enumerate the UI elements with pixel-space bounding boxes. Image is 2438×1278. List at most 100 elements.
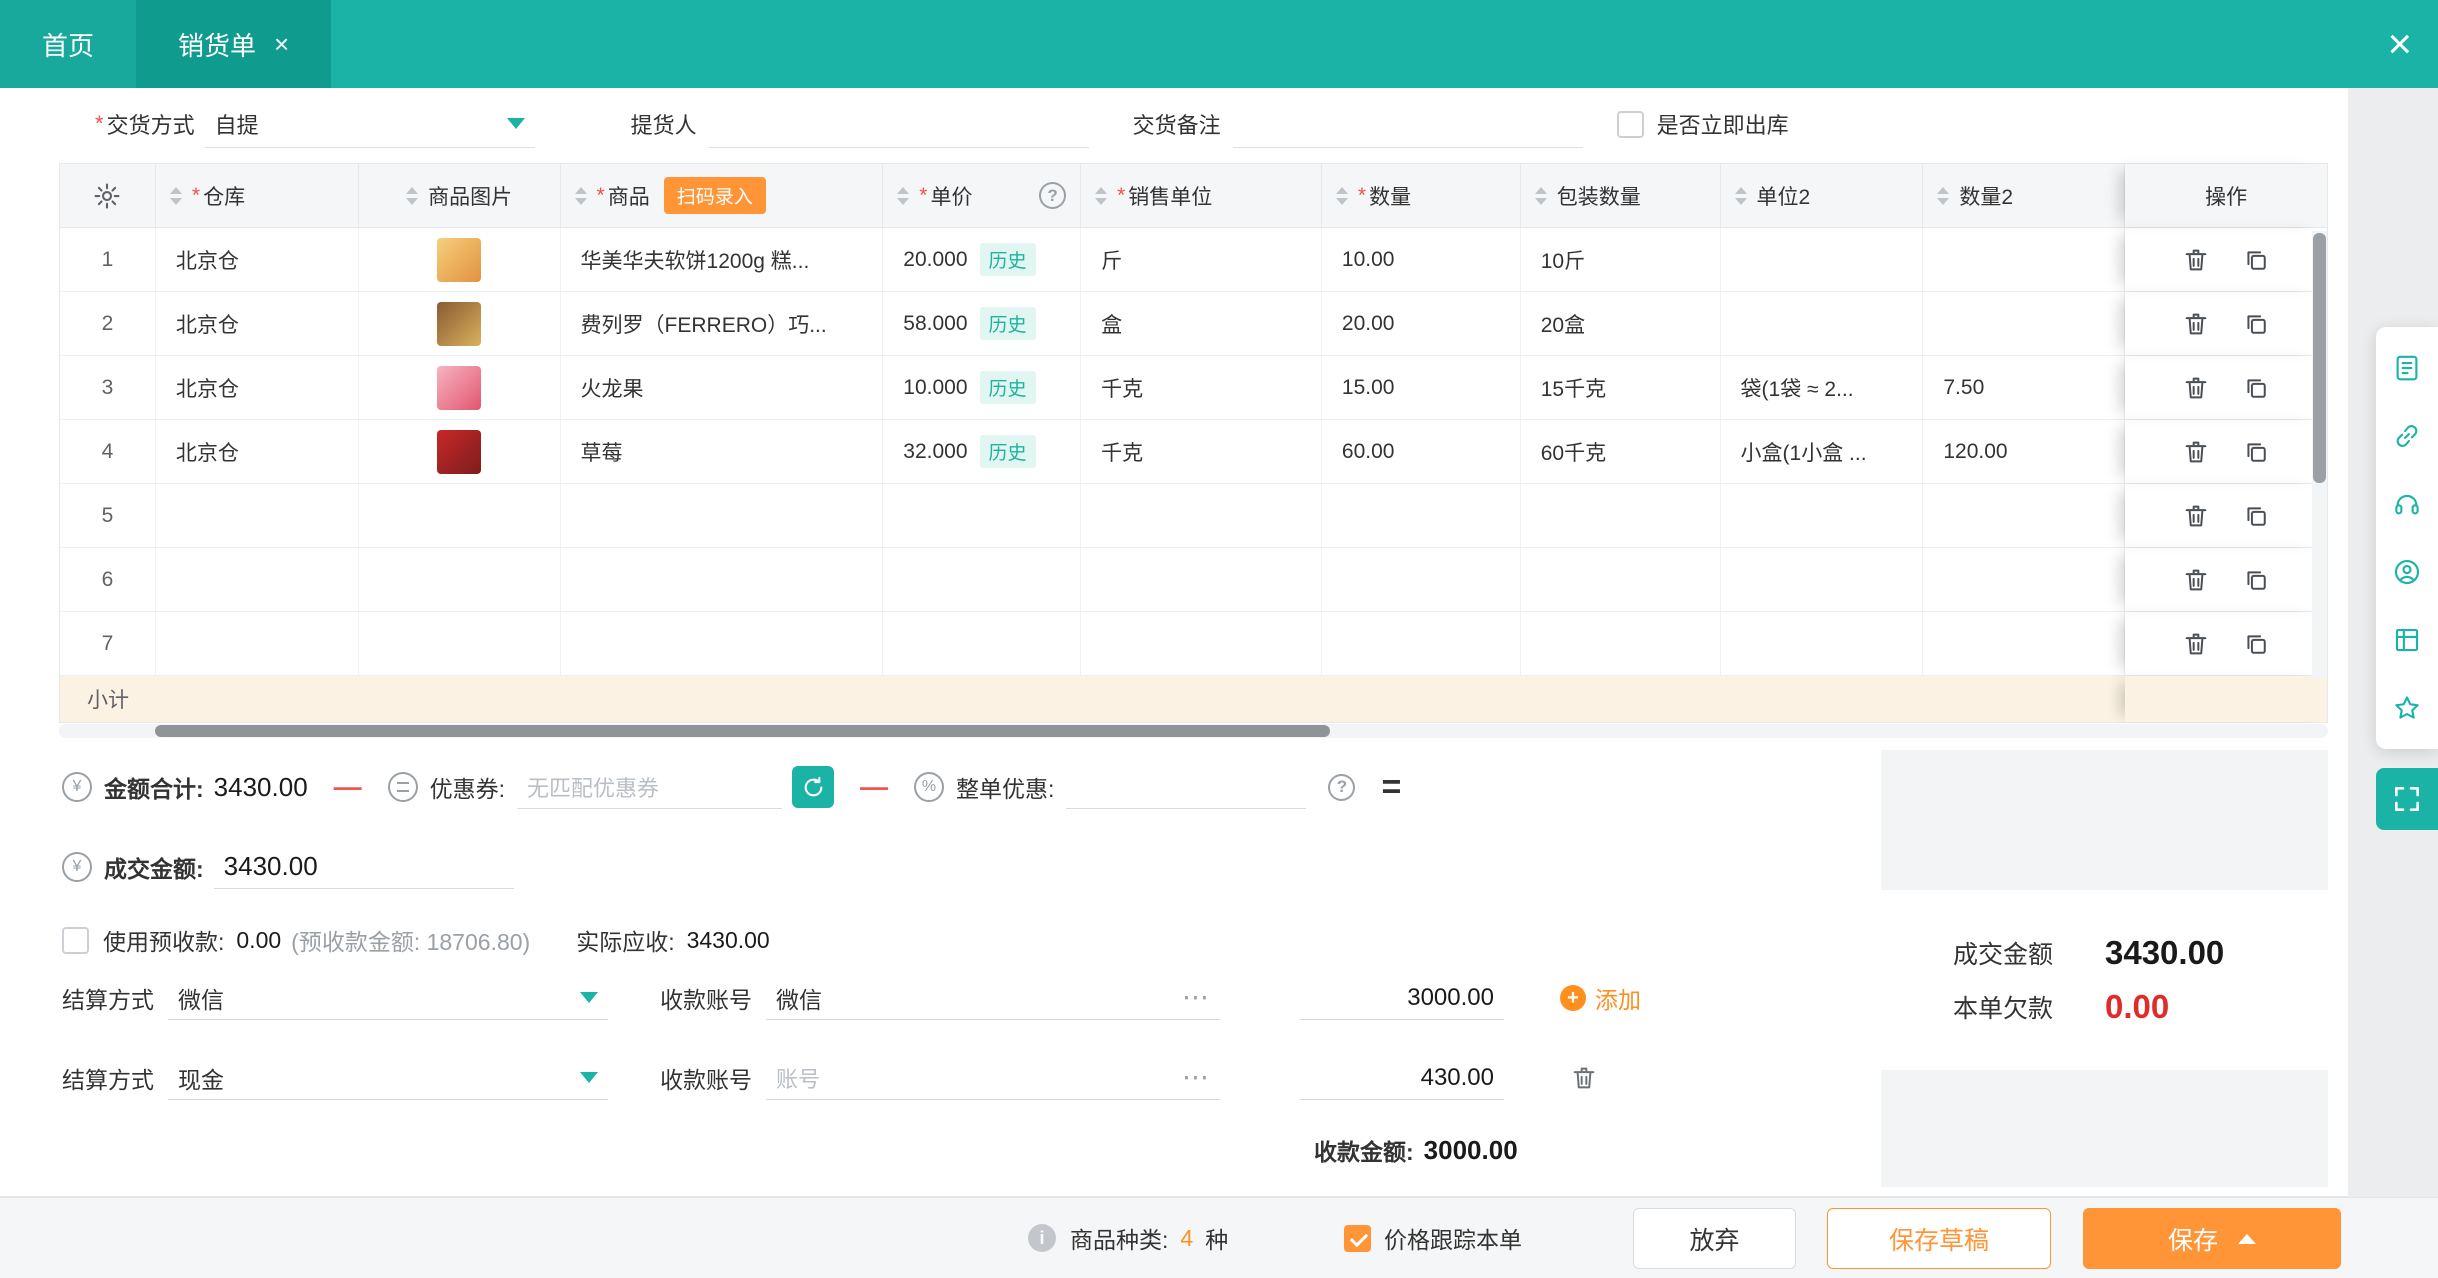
- payment-method-select[interactable]: 现金: [168, 1056, 608, 1100]
- price-cell[interactable]: 10.000 历史: [883, 356, 1082, 419]
- warehouse-cell[interactable]: [156, 612, 359, 675]
- product-header[interactable]: * 商品 扫码录入: [561, 164, 884, 227]
- sort-icon[interactable]: [1095, 186, 1108, 205]
- price-cell[interactable]: [883, 484, 1082, 547]
- product-image-cell[interactable]: [359, 548, 561, 611]
- payment-method-select[interactable]: 微信: [168, 976, 608, 1020]
- price-cell[interactable]: [883, 548, 1082, 611]
- payment-amount-input[interactable]: 3000.00: [1299, 976, 1504, 1020]
- sale-unit-header[interactable]: * 销售单位: [1081, 164, 1322, 227]
- star-icon[interactable]: [2392, 693, 2422, 723]
- sale-unit-cell[interactable]: 千克: [1081, 356, 1322, 419]
- pkg-qty-header[interactable]: 包装数量: [1521, 164, 1721, 227]
- tab-sales-order[interactable]: 销货单 ×: [136, 0, 332, 88]
- product-image-cell[interactable]: [359, 228, 561, 291]
- deal-amount-input[interactable]: 3430.00: [213, 845, 514, 889]
- pkg-qty-cell[interactable]: [1521, 548, 1721, 611]
- unit2-cell[interactable]: 袋(1袋 ≈ 2...: [1721, 356, 1924, 419]
- more-icon[interactable]: ⋯: [1182, 1062, 1211, 1093]
- order-discount-input[interactable]: [1066, 765, 1307, 809]
- qty-cell[interactable]: [1322, 484, 1521, 547]
- sort-icon[interactable]: [406, 186, 419, 205]
- price-help-icon[interactable]: ?: [1039, 182, 1067, 209]
- sale-unit-cell[interactable]: 斤: [1081, 228, 1322, 291]
- price-cell[interactable]: 32.000 历史: [883, 420, 1082, 483]
- save-draft-button[interactable]: 保存草稿: [1827, 1208, 2051, 1269]
- price-cell[interactable]: [883, 612, 1082, 675]
- pkg-qty-cell[interactable]: 20盒: [1521, 292, 1721, 355]
- unit2-cell[interactable]: [1721, 292, 1924, 355]
- delete-row-icon[interactable]: [2182, 374, 2210, 402]
- pkg-qty-cell[interactable]: [1521, 484, 1721, 547]
- column-settings-header[interactable]: [60, 164, 156, 227]
- product-image-cell[interactable]: [359, 484, 561, 547]
- pkg-qty-cell[interactable]: 15千克: [1521, 356, 1721, 419]
- sort-icon[interactable]: [574, 186, 587, 205]
- copy-row-icon[interactable]: [2242, 502, 2270, 530]
- qty2-cell[interactable]: [1923, 228, 2126, 291]
- qty2-cell[interactable]: 120.00: [1923, 420, 2126, 483]
- horizontal-scrollbar-thumb[interactable]: [155, 725, 1330, 737]
- scan-entry-button[interactable]: 扫码录入: [663, 177, 766, 214]
- vertical-scrollbar[interactable]: [2312, 231, 2327, 678]
- picker-input[interactable]: [708, 100, 1089, 148]
- copy-row-icon[interactable]: [2242, 630, 2270, 658]
- history-badge[interactable]: 历史: [979, 371, 1036, 404]
- unit2-cell[interactable]: 小盒(1小盒 ...: [1721, 420, 1924, 483]
- sale-unit-cell[interactable]: 盒: [1081, 292, 1322, 355]
- pkg-qty-cell[interactable]: 60千克: [1521, 420, 1721, 483]
- tab-home[interactable]: 首页: [0, 0, 137, 88]
- sale-unit-cell[interactable]: [1081, 612, 1322, 675]
- headset-icon[interactable]: [2392, 489, 2422, 519]
- price-cell[interactable]: 58.000 历史: [883, 292, 1082, 355]
- tab-close-icon[interactable]: ×: [274, 29, 289, 60]
- unit2-cell[interactable]: [1721, 484, 1924, 547]
- qty-cell[interactable]: 60.00: [1322, 420, 1521, 483]
- qty-cell[interactable]: 15.00: [1322, 356, 1521, 419]
- window-close-icon[interactable]: ×: [2387, 0, 2412, 88]
- qty-cell[interactable]: 20.00: [1322, 292, 1521, 355]
- product-image-header[interactable]: 商品图片: [359, 164, 561, 227]
- pkg-qty-cell[interactable]: [1521, 612, 1721, 675]
- vertical-scrollbar-thumb[interactable]: [2313, 233, 2326, 483]
- product-image[interactable]: [437, 301, 482, 346]
- delete-row-icon[interactable]: [2182, 246, 2210, 274]
- expand-icon[interactable]: [2376, 768, 2438, 830]
- product-image-cell[interactable]: [359, 612, 561, 675]
- add-payment-button[interactable]: + 添加: [1560, 981, 1641, 1015]
- product-image[interactable]: [437, 237, 482, 282]
- warehouse-cell[interactable]: 北京仓: [156, 356, 359, 419]
- product-image-cell[interactable]: [359, 292, 561, 355]
- save-button[interactable]: 保存: [2083, 1208, 2341, 1269]
- sort-icon[interactable]: [1534, 186, 1547, 205]
- sort-icon[interactable]: [1937, 186, 1950, 205]
- warehouse-cell[interactable]: 北京仓: [156, 292, 359, 355]
- copy-row-icon[interactable]: [2242, 374, 2270, 402]
- qty2-cell[interactable]: [1923, 612, 2126, 675]
- price-track-checkbox[interactable]: [1344, 1224, 1371, 1252]
- use-advance-checkbox[interactable]: [62, 926, 89, 954]
- delivery-method-select[interactable]: 自提: [204, 100, 535, 148]
- product-image-cell[interactable]: [359, 420, 561, 483]
- link-icon[interactable]: [2392, 421, 2422, 451]
- unit2-cell[interactable]: [1721, 548, 1924, 611]
- immediate-outbound-checkbox[interactable]: [1616, 110, 1644, 138]
- qty2-header[interactable]: 数量2: [1923, 164, 2126, 227]
- product-cell[interactable]: 草莓: [561, 420, 884, 483]
- product-cell[interactable]: [561, 484, 884, 547]
- refresh-coupon-button[interactable]: [792, 766, 835, 808]
- product-image-cell[interactable]: [359, 356, 561, 419]
- product-image[interactable]: [437, 365, 482, 410]
- grid-icon[interactable]: [2392, 625, 2422, 655]
- payment-account-input[interactable]: 微信 ⋯: [766, 976, 1221, 1020]
- payment-amount-input[interactable]: 430.00: [1299, 1056, 1504, 1100]
- delete-row-icon[interactable]: [2182, 502, 2210, 530]
- copy-row-icon[interactable]: [2242, 310, 2270, 338]
- product-cell[interactable]: [561, 548, 884, 611]
- payment-account-input[interactable]: 账号 ⋯: [766, 1056, 1221, 1100]
- warehouse-cell[interactable]: 北京仓: [156, 420, 359, 483]
- sort-icon[interactable]: [897, 186, 910, 205]
- qty2-cell[interactable]: [1923, 548, 2126, 611]
- unit2-cell[interactable]: [1721, 612, 1924, 675]
- copy-row-icon[interactable]: [2242, 438, 2270, 466]
